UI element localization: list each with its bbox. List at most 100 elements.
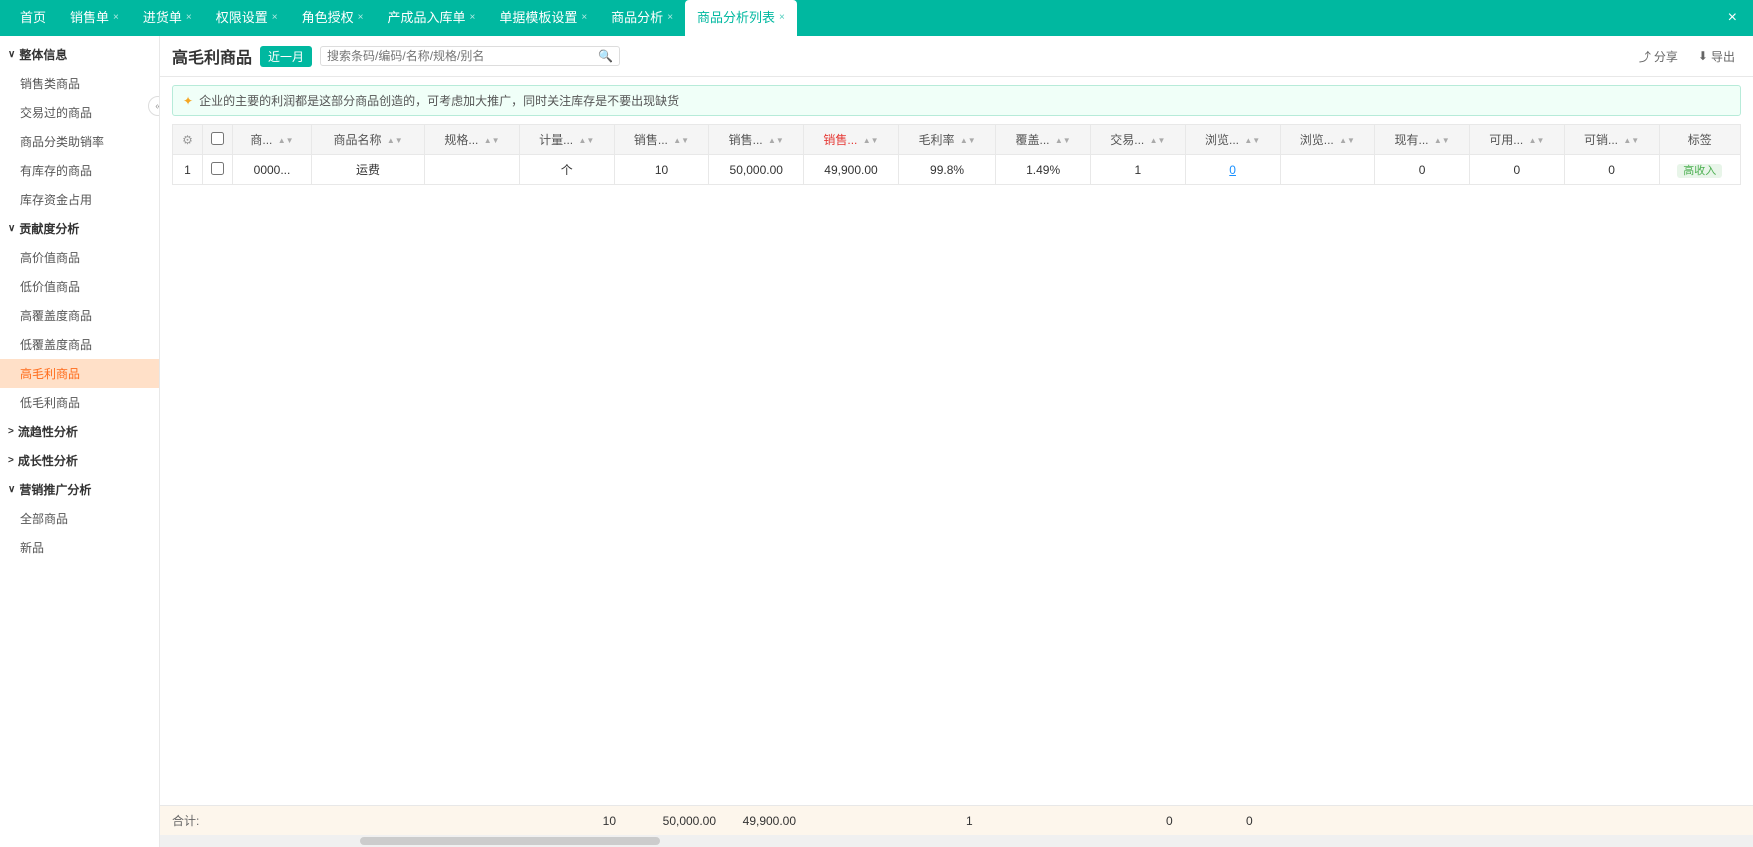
col-spec[interactable]: 规格... ▲▼ [425, 125, 520, 155]
sidebar-item-low-coverage[interactable]: 低覆盖度商品 [0, 330, 159, 359]
nav-product-entry-close[interactable]: × [469, 0, 475, 36]
col-name-sort[interactable]: ▲▼ [387, 136, 403, 145]
sidebar-item-all-goods[interactable]: 全部商品 [0, 504, 159, 533]
close-all-button[interactable]: × [1720, 9, 1745, 27]
row-spec [425, 155, 520, 185]
sidebar-item-in-stock-goods[interactable]: 有库存的商品 [0, 156, 159, 185]
sidebar-item-category-assist-rate[interactable]: 商品分类助销率 [0, 127, 159, 156]
sidebar-group-growth[interactable]: > 成长性分析 [0, 446, 159, 475]
nav-product-entry[interactable]: 产成品入库单 × [375, 0, 487, 36]
col-available-sort[interactable]: ▲▼ [1529, 136, 1545, 145]
col-code[interactable]: 商... ▲▼ [233, 125, 312, 155]
col-sales1[interactable]: 销售... ▲▼ [614, 125, 709, 155]
col-available[interactable]: 可用... ▲▼ [1470, 125, 1565, 155]
col-browse1-sort[interactable]: ▲▼ [1244, 136, 1260, 145]
col-browse2-sort[interactable]: ▲▼ [1339, 136, 1355, 145]
col-trade-sort[interactable]: ▲▼ [1150, 136, 1166, 145]
nav-home[interactable]: 首页 [8, 0, 58, 36]
row-coverage: 1.49% [996, 155, 1091, 185]
sidebar-item-low-margin[interactable]: 低毛利商品 [0, 388, 159, 417]
sidebar-item-high-value[interactable]: 高价值商品 [0, 243, 159, 272]
row-index: 1 [173, 155, 203, 185]
col-gross-rate-sort[interactable]: ▲▼ [960, 136, 976, 145]
nav-product-analysis[interactable]: 商品分析 × [599, 0, 685, 36]
sidebar-item-sales-goods[interactable]: 销售类商品 [0, 69, 159, 98]
col-gross-rate[interactable]: 毛利率 ▲▼ [898, 125, 995, 155]
col-sales3[interactable]: 销售... ▲▼ [804, 125, 899, 155]
sidebar-item-low-value[interactable]: 低价值商品 [0, 272, 159, 301]
col-checkbox[interactable] [203, 125, 233, 155]
col-code-sort[interactable]: ▲▼ [278, 136, 294, 145]
col-coverage-sort[interactable]: ▲▼ [1055, 136, 1071, 145]
col-trade[interactable]: 交易... ▲▼ [1091, 125, 1186, 155]
col-current-sort[interactable]: ▲▼ [1434, 136, 1450, 145]
footer-trade: 1 [929, 814, 1009, 828]
col-settings[interactable]: ⚙ [173, 125, 203, 155]
sidebar-item-high-margin[interactable]: 高毛利商品 [0, 359, 159, 388]
col-sales3-sort[interactable]: ▲▼ [863, 136, 879, 145]
col-coverage[interactable]: 覆盖... ▲▼ [996, 125, 1091, 155]
sidebar-item-new-goods[interactable]: 新品 [0, 533, 159, 562]
nav-template-settings-close[interactable]: × [581, 0, 587, 36]
time-filter-button[interactable]: 近一月 [260, 46, 312, 67]
sidebar-item-traded-goods[interactable]: 交易过的商品 [0, 98, 159, 127]
col-salable-sort[interactable]: ▲▼ [1623, 136, 1639, 145]
scrollbar-thumb[interactable] [360, 837, 660, 845]
horizontal-scrollbar[interactable] [160, 835, 1753, 847]
row-salable: 0 [1564, 155, 1659, 185]
data-table: ⚙ 商... ▲▼ 商品名称 ▲▼ 规格... ▲▼ [172, 124, 1741, 185]
search-box: 🔍 [320, 46, 620, 66]
nav-template-settings[interactable]: 单据模板设置 × [487, 0, 599, 36]
group-overall-arrow: ∨ [8, 49, 15, 60]
row-available: 0 [1470, 155, 1565, 185]
export-icon: ⬇ [1698, 49, 1708, 63]
sidebar: « ∨ 整体信息 销售类商品 交易过的商品 商品分类助销率 有库存的商品 库存资… [0, 36, 160, 847]
col-sales1-sort[interactable]: ▲▼ [673, 136, 689, 145]
nav-product-analysis-list-close[interactable]: × [779, 0, 785, 36]
share-button[interactable]: ⤴ 分享 [1633, 46, 1684, 67]
nav-permission-settings[interactable]: 权限设置 × [204, 0, 290, 36]
nav-purchase-order[interactable]: 进货单 × [131, 0, 204, 36]
col-sales2[interactable]: 销售... ▲▼ [709, 125, 804, 155]
footer-bar: 合计: 10 50,000.00 49,900.00 1 0 0 [160, 805, 1753, 835]
group-trend-arrow: > [8, 426, 14, 437]
col-tag[interactable]: 标签 [1659, 125, 1741, 155]
sidebar-item-high-coverage[interactable]: 高覆盖度商品 [0, 301, 159, 330]
col-salable[interactable]: 可销... ▲▼ [1564, 125, 1659, 155]
nav-purchase-order-close[interactable]: × [186, 0, 192, 36]
sidebar-group-contribution[interactable]: ∨ 贡献度分析 [0, 214, 159, 243]
col-unit-sort[interactable]: ▲▼ [579, 136, 595, 145]
row-trade: 1 [1091, 155, 1186, 185]
nav-role-auth-close[interactable]: × [358, 0, 364, 36]
nav-permission-close[interactable]: × [272, 0, 278, 36]
search-input[interactable] [327, 49, 594, 63]
col-unit[interactable]: 计量... ▲▼ [519, 125, 614, 155]
row-unit: 个 [519, 155, 614, 185]
nav-sales-order-close[interactable]: × [113, 0, 119, 36]
sidebar-group-overall[interactable]: ∨ 整体信息 [0, 40, 159, 69]
table-container[interactable]: ⚙ 商... ▲▼ 商品名称 ▲▼ 规格... ▲▼ [160, 124, 1753, 805]
row-browse1[interactable]: 0 [1185, 155, 1280, 185]
select-all-checkbox[interactable] [211, 132, 224, 145]
export-button[interactable]: ⬇ 导出 [1692, 46, 1741, 67]
col-current[interactable]: 现有... ▲▼ [1375, 125, 1470, 155]
row-select-checkbox[interactable] [211, 162, 224, 175]
search-icon[interactable]: 🔍 [598, 49, 613, 63]
nav-product-analysis-list[interactable]: 商品分析列表 × [685, 0, 797, 36]
col-browse1[interactable]: 浏览... ▲▼ [1185, 125, 1280, 155]
sidebar-item-inventory-capital[interactable]: 库存资金占用 [0, 185, 159, 214]
footer-current: 0 [1129, 814, 1209, 828]
col-spec-sort[interactable]: ▲▼ [484, 136, 500, 145]
sidebar-group-trend[interactable]: > 流趋性分析 [0, 417, 159, 446]
col-browse2[interactable]: 浏览... ▲▼ [1280, 125, 1375, 155]
nav-role-auth[interactable]: 角色授权 × [290, 0, 376, 36]
table-row: 1 0000... 运费 个 10 50,000.00 49,900.00 99… [173, 155, 1741, 185]
sidebar-group-marketing[interactable]: ∨ 营销推广分析 [0, 475, 159, 504]
col-name[interactable]: 商品名称 ▲▼ [312, 125, 425, 155]
footer-label: 合计: [172, 812, 199, 829]
nav-sales-order[interactable]: 销售单 × [58, 0, 131, 36]
row-checkbox[interactable] [203, 155, 233, 185]
row-browse2 [1280, 155, 1375, 185]
col-sales2-sort[interactable]: ▲▼ [768, 136, 784, 145]
nav-product-analysis-close[interactable]: × [667, 0, 673, 36]
